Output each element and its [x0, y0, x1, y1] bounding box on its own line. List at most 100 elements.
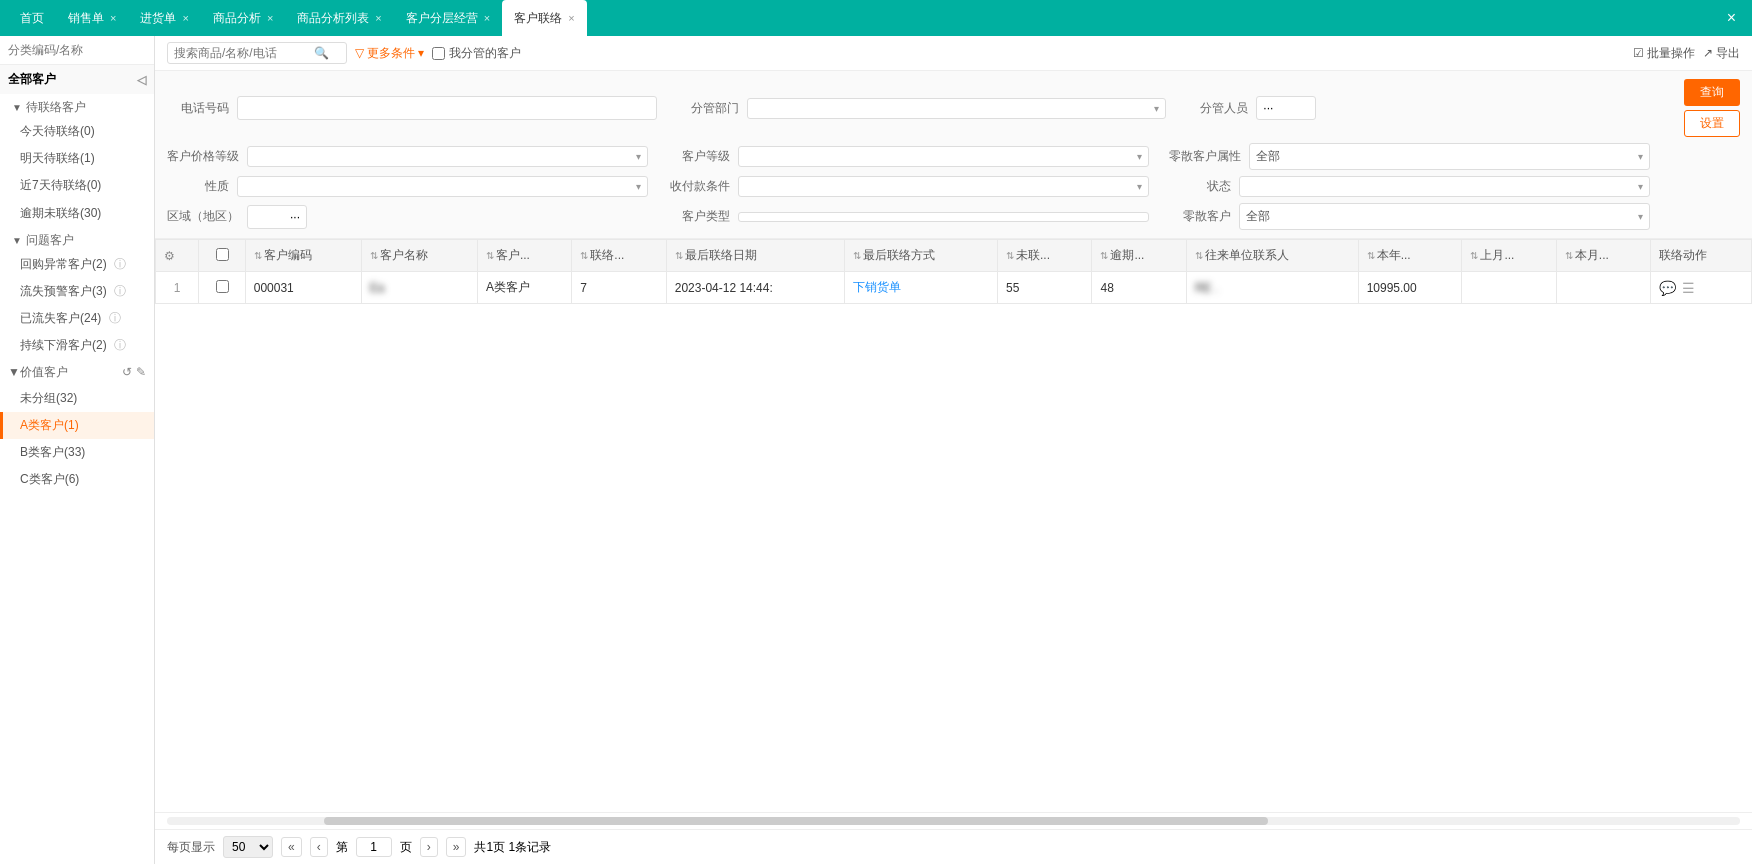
- table-gear-icon[interactable]: ⚙: [164, 249, 175, 263]
- status-select[interactable]: ▾: [1239, 176, 1650, 197]
- nature-select[interactable]: ▾: [237, 176, 648, 197]
- th-type[interactable]: ⇅客户...: [477, 240, 571, 272]
- scrollbar-thumb[interactable]: [324, 817, 1268, 825]
- th-last-date[interactable]: ⇅最后联络日期: [666, 240, 844, 272]
- close-all-button[interactable]: ×: [1719, 9, 1744, 27]
- sidebar-item-today[interactable]: 今天待联络(0): [0, 118, 154, 145]
- nav-tab-analysis-list-close[interactable]: ×: [375, 12, 381, 24]
- sidebar-pending-group[interactable]: ▼ 待联络客户: [0, 94, 154, 118]
- nav-tab-customer-segment-close[interactable]: ×: [484, 12, 490, 24]
- sidebar-item-repurchase[interactable]: 回购异常客户(2) ⓘ: [0, 251, 154, 278]
- value-edit-icon[interactable]: ✎: [136, 365, 146, 379]
- price-level-select[interactable]: ▾: [247, 146, 648, 167]
- settings-button[interactable]: 设置: [1684, 110, 1740, 137]
- nav-tab-analysis[interactable]: 商品分析 ×: [201, 0, 285, 36]
- nav-tab-purchase[interactable]: 进货单 ×: [128, 0, 200, 36]
- select-all-checkbox[interactable]: [216, 248, 229, 261]
- th-name[interactable]: ⇅客户名称: [361, 240, 477, 272]
- page-number-input[interactable]: [356, 837, 392, 857]
- last-page-button[interactable]: »: [446, 837, 467, 857]
- payment-label: 收付款条件: [668, 178, 738, 195]
- row-num: 1: [156, 272, 199, 304]
- horizontal-scrollbar[interactable]: [167, 817, 1740, 825]
- th-uncontacted[interactable]: ⇅未联...: [998, 240, 1092, 272]
- retail-attr-select[interactable]: 全部 ▾: [1249, 143, 1650, 170]
- sidebar-item-overdue-label: 逾期未联络(30): [20, 206, 101, 220]
- th-this-month[interactable]: ⇅本月...: [1556, 240, 1650, 272]
- declining-label: 持续下滑客户(2): [20, 338, 107, 352]
- nav-tab-analysis-close[interactable]: ×: [267, 12, 273, 24]
- export-button[interactable]: ↗ 导出: [1703, 45, 1740, 62]
- filter-icon: ▽: [355, 46, 364, 60]
- sidebar-item-ungrouped[interactable]: 未分组(32): [0, 385, 154, 412]
- nav-tab-customer-segment[interactable]: 客户分层经营 ×: [394, 0, 502, 36]
- sidebar-item-tomorrow[interactable]: 明天待联络(1): [0, 145, 154, 172]
- next-page-button[interactable]: ›: [420, 837, 438, 857]
- data-table-area: ⚙ ⇅客户编码 ⇅客户名称 ⇅客户... ⇅联络... ⇅最后联络日期 ⇅最后联…: [155, 239, 1752, 812]
- th-code[interactable]: ⇅客户编码: [245, 240, 361, 272]
- filter-search-icon[interactable]: 🔍: [314, 46, 329, 60]
- th-this-year[interactable]: ⇅本年...: [1358, 240, 1462, 272]
- th-last-month-label: 上月...: [1480, 248, 1514, 262]
- retail-select[interactable]: 全部 ▾: [1239, 203, 1650, 230]
- nav-tab-analysis-list[interactable]: 商品分析列表 ×: [285, 0, 393, 36]
- retail-arrow-icon: ▾: [1638, 211, 1643, 222]
- th-contact-person-label: 往来单位联系人: [1205, 248, 1289, 262]
- first-page-button[interactable]: «: [281, 837, 302, 857]
- nav-tab-sales[interactable]: 销售单 ×: [56, 0, 128, 36]
- sidebar-search-input[interactable]: [8, 43, 155, 57]
- sidebar-all-customers[interactable]: 全部客户 ◁: [0, 65, 154, 94]
- person-input[interactable]: ···: [1256, 96, 1316, 120]
- row-last-method[interactable]: 下销货单: [844, 272, 997, 304]
- nav-tab-customer-contact[interactable]: 客户联络 ×: [502, 0, 586, 36]
- customer-type-select[interactable]: [738, 212, 1149, 222]
- sidebar-item-a-class[interactable]: A类客户(1): [0, 412, 154, 439]
- advanced-filter: 电话号码 分管部门 ▾ 分管人员 ···: [155, 71, 1752, 239]
- status-label: 状态: [1169, 178, 1239, 195]
- value-refresh-icon[interactable]: ↺: [122, 365, 132, 379]
- status-arrow-icon: ▾: [1638, 181, 1643, 192]
- sidebar-item-7days[interactable]: 近7天待联络(0): [0, 172, 154, 199]
- th-overdue[interactable]: ⇅逾期...: [1092, 240, 1186, 272]
- dept-label: 分管部门: [677, 100, 747, 117]
- sidebar-collapse-icon[interactable]: ◁: [137, 73, 146, 87]
- sidebar-item-today-label: 今天待联络(0): [20, 124, 95, 138]
- batch-op-button[interactable]: ☑ 批量操作: [1633, 45, 1695, 62]
- nav-tab-sales-close[interactable]: ×: [110, 12, 116, 24]
- th-last-method[interactable]: ⇅最后联络方式: [844, 240, 997, 272]
- row-contact-person: RE .: [1186, 272, 1358, 304]
- chat-icon[interactable]: 💬: [1659, 280, 1676, 296]
- sidebar-problem-group[interactable]: ▼ 问题客户: [0, 227, 154, 251]
- pending-group-label: 待联络客户: [26, 99, 86, 116]
- nav-tab-customer-contact-close[interactable]: ×: [568, 12, 574, 24]
- my-customers-checkbox[interactable]: [432, 47, 445, 60]
- region-input[interactable]: ···: [247, 205, 307, 229]
- sidebar-item-churned[interactable]: 已流失客户(24) ⓘ: [0, 305, 154, 332]
- query-button[interactable]: 查询: [1684, 79, 1740, 106]
- sidebar-item-b-class[interactable]: B类客户(33): [0, 439, 154, 466]
- phone-input[interactable]: [237, 96, 657, 120]
- last-method-link[interactable]: 下销货单: [853, 280, 901, 294]
- payment-select[interactable]: ▾: [738, 176, 1149, 197]
- sidebar-item-declining[interactable]: 持续下滑客户(2) ⓘ: [0, 332, 154, 359]
- filter-search-input[interactable]: [174, 46, 314, 60]
- customer-level-select[interactable]: ▾: [738, 146, 1149, 167]
- menu-icon[interactable]: ☰: [1682, 280, 1695, 296]
- batch-op-icon: ☑: [1633, 46, 1644, 60]
- dept-select[interactable]: ▾: [747, 98, 1167, 119]
- th-last-month[interactable]: ⇅上月...: [1462, 240, 1556, 272]
- th-contact-person[interactable]: ⇅往来单位联系人: [1186, 240, 1358, 272]
- th-gear[interactable]: ⚙: [156, 240, 199, 272]
- nav-tab-purchase-close[interactable]: ×: [182, 12, 188, 24]
- th-contact[interactable]: ⇅联络...: [572, 240, 666, 272]
- prev-page-button[interactable]: ‹: [310, 837, 328, 857]
- page-size-select[interactable]: 50: [223, 836, 273, 858]
- nature-arrow-icon: ▾: [636, 181, 641, 192]
- row-checkbox[interactable]: [216, 280, 229, 293]
- top-nav: 首页 销售单 × 进货单 × 商品分析 × 商品分析列表 × 客户分层经营 × …: [0, 0, 1752, 36]
- sidebar-item-overdue[interactable]: 逾期未联络(30): [0, 200, 154, 227]
- more-conditions-btn[interactable]: ▽ 更多条件 ▾: [355, 45, 424, 62]
- sidebar-item-churn-warning[interactable]: 流失预警客户(3) ⓘ: [0, 278, 154, 305]
- sidebar-item-c-class[interactable]: C类客户(6): [0, 466, 154, 493]
- nav-tab-home[interactable]: 首页: [8, 0, 56, 36]
